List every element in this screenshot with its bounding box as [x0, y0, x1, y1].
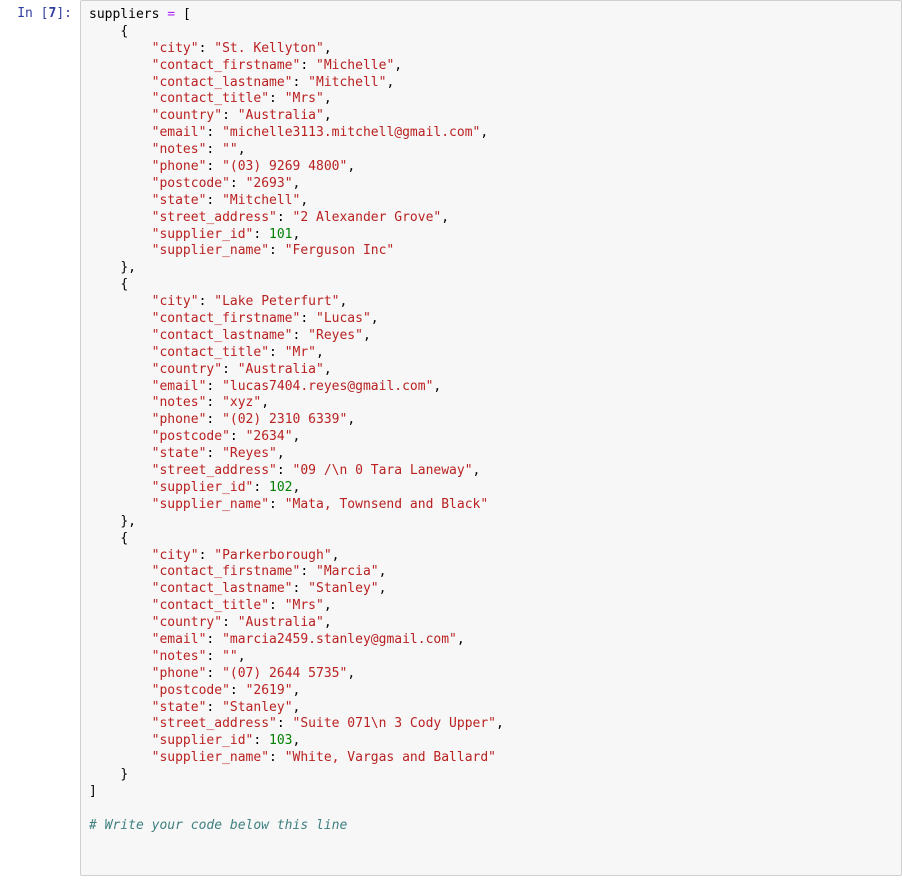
dict-value: "2619"	[246, 683, 293, 698]
dict-value: "Ferguson Inc"	[285, 243, 395, 258]
dict-value: ""	[222, 649, 238, 664]
dict-key: "phone"	[152, 159, 207, 174]
dict-key: "contact_lastname"	[152, 75, 293, 90]
prompt-prefix: In [	[17, 6, 48, 21]
brace-open: {	[120, 24, 128, 39]
dict-key: "city"	[152, 548, 199, 563]
dict-key: "postcode"	[152, 429, 230, 444]
dict-key: "contact_title"	[152, 91, 269, 106]
dict-key: "phone"	[152, 666, 207, 681]
dict-value: "marcia2459.stanley@gmail.com"	[222, 632, 457, 647]
dict-value: "Marcia"	[316, 564, 379, 579]
brace-open: {	[120, 531, 128, 546]
dict-value: "2634"	[246, 429, 293, 444]
dict-value: "Stanley"	[308, 581, 378, 596]
brace-close: }	[120, 514, 128, 529]
code-comment: # Write your code below this line	[89, 818, 347, 833]
dict-value: "Australia"	[238, 108, 324, 123]
dict-key: "street_address"	[152, 210, 277, 225]
bracket-open: [	[183, 7, 191, 22]
dict-value: "Mrs"	[285, 91, 324, 106]
dict-key: "postcode"	[152, 683, 230, 698]
code-variable: suppliers	[89, 7, 159, 22]
dict-value: "Reyes"	[308, 328, 363, 343]
dict-value: "Australia"	[238, 615, 324, 630]
dict-value: "Reyes"	[222, 446, 277, 461]
dict-key: "city"	[152, 41, 199, 56]
prompt-suffix: ]:	[56, 6, 72, 21]
dict-value: "Mr"	[285, 345, 316, 360]
dict-key: "postcode"	[152, 176, 230, 191]
dict-value: 101	[269, 227, 292, 242]
dict-key: "state"	[152, 446, 207, 461]
dict-value: "2693"	[246, 176, 293, 191]
dict-value: "Michelle"	[316, 58, 394, 73]
dict-value: "Stanley"	[222, 700, 292, 715]
dict-value: 103	[269, 733, 292, 748]
dict-key: "contact_firstname"	[152, 58, 301, 73]
dict-key: "contact_title"	[152, 598, 269, 613]
dict-key: "state"	[152, 193, 207, 208]
dict-key: "country"	[152, 362, 222, 377]
dict-value: ""	[222, 142, 238, 157]
dict-key: "supplier_name"	[152, 750, 269, 765]
dict-value: 102	[269, 480, 292, 495]
dict-value: "Mrs"	[285, 598, 324, 613]
dict-key: "street_address"	[152, 716, 277, 731]
dict-key: "notes"	[152, 142, 207, 157]
dict-value: "xyz"	[222, 395, 261, 410]
dict-key: "supplier_name"	[152, 243, 269, 258]
input-prompt: In [7]:	[0, 0, 80, 876]
dict-value: "lucas7404.reyes@gmail.com"	[222, 379, 433, 394]
dict-key: "city"	[152, 294, 199, 309]
dict-key: "email"	[152, 379, 207, 394]
dict-value: "Mata, Townsend and Black"	[285, 497, 489, 512]
dict-key: "email"	[152, 632, 207, 647]
bracket-close: ]	[89, 784, 97, 799]
dict-value: "2 Alexander Grove"	[293, 210, 442, 225]
dict-value: "michelle3113.mitchell@gmail.com"	[222, 125, 480, 140]
dict-key: "supplier_name"	[152, 497, 269, 512]
dict-key: "state"	[152, 700, 207, 715]
dict-value: "(02) 2310 6339"	[222, 412, 347, 427]
brace-close: }	[120, 260, 128, 275]
code-editor[interactable]: suppliers = [ { "city": "St. Kellyton", …	[89, 7, 893, 835]
dict-key: "street_address"	[152, 463, 277, 478]
dict-key: "email"	[152, 125, 207, 140]
dict-key: "supplier_id"	[152, 227, 254, 242]
dict-key: "country"	[152, 108, 222, 123]
dict-key: "contact_firstname"	[152, 564, 301, 579]
dict-key: "supplier_id"	[152, 733, 254, 748]
dict-value: "Lucas"	[316, 311, 371, 326]
dict-value: "Suite 071\n 3 Cody Upper"	[293, 716, 497, 731]
dict-key: "phone"	[152, 412, 207, 427]
dict-value: "Mitchell"	[222, 193, 300, 208]
dict-key: "contact_lastname"	[152, 328, 293, 343]
dict-value: "(03) 9269 4800"	[222, 159, 347, 174]
dict-value: "Lake Peterfurt"	[214, 294, 339, 309]
brace-close: }	[120, 767, 128, 782]
code-input-area[interactable]: suppliers = [ { "city": "St. Kellyton", …	[80, 0, 902, 876]
dict-key: "contact_firstname"	[152, 311, 301, 326]
dict-key: "notes"	[152, 649, 207, 664]
dict-value: "Mitchell"	[308, 75, 386, 90]
dict-value: "White, Vargas and Ballard"	[285, 750, 496, 765]
dict-key: "supplier_id"	[152, 480, 254, 495]
dict-key: "country"	[152, 615, 222, 630]
code-cell: In [7]: suppliers = [ { "city": "St. Kel…	[0, 0, 902, 876]
dict-value: "(07) 2644 5735"	[222, 666, 347, 681]
dict-key: "notes"	[152, 395, 207, 410]
dict-value: "St. Kellyton"	[214, 41, 324, 56]
brace-open: {	[120, 277, 128, 292]
dict-key: "contact_lastname"	[152, 581, 293, 596]
code-operator: =	[167, 7, 175, 22]
dict-key: "contact_title"	[152, 345, 269, 360]
dict-value: "Australia"	[238, 362, 324, 377]
dict-value: "Parkerborough"	[214, 548, 331, 563]
dict-value: "09 /\n 0 Tara Laneway"	[293, 463, 473, 478]
